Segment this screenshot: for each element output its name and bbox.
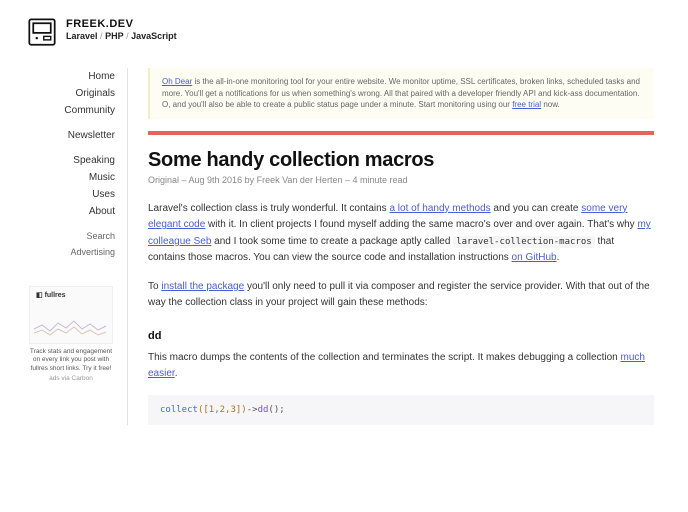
section-heading-dd: dd bbox=[148, 330, 654, 342]
paragraph: This macro dumps the contents of the col… bbox=[148, 350, 654, 383]
carbon-ad[interactable]: fullres Track stats and engagement on ev… bbox=[27, 286, 115, 382]
site-title[interactable]: FREEK.DEV bbox=[66, 18, 177, 30]
carbon-ad-image: fullres bbox=[29, 286, 113, 344]
main-content: Oh Dear is the all-in-one monitoring too… bbox=[148, 68, 660, 425]
nav-speaking[interactable]: Speaking bbox=[64, 152, 115, 169]
promo-banner: Oh Dear is the all-in-one monitoring too… bbox=[148, 68, 654, 119]
site-logo-icon[interactable] bbox=[28, 18, 56, 46]
article-meta: Original – Aug 9th 2016 by Freek Van der… bbox=[148, 175, 654, 185]
nav-uses[interactable]: Uses bbox=[64, 186, 115, 203]
sidebar: Home Originals Community Newsletter Spea… bbox=[28, 68, 128, 425]
article-title: Some handy collection macros bbox=[148, 149, 654, 172]
site-subtitle: Laravel / PHP / JavaScript bbox=[66, 31, 177, 41]
link-install-package[interactable]: install the package bbox=[161, 281, 244, 292]
carbon-ad-text: Track stats and engagement on every link… bbox=[27, 348, 115, 373]
paragraph: Laravel's collection class is truly wond… bbox=[148, 201, 654, 267]
nav-home[interactable]: Home bbox=[64, 68, 115, 85]
nav-about[interactable]: About bbox=[64, 203, 115, 220]
paragraph: To install the package you'll only need … bbox=[148, 279, 654, 312]
nav-newsletter[interactable]: Newsletter bbox=[64, 127, 115, 144]
inline-code: laravel-collection-macros bbox=[453, 236, 594, 248]
nav-music[interactable]: Music bbox=[64, 169, 115, 186]
link-on-github[interactable]: on GitHub bbox=[512, 252, 557, 263]
site-header: FREEK.DEV Laravel / PHP / JavaScript bbox=[28, 18, 660, 46]
promo-link-ohdear[interactable]: Oh Dear bbox=[162, 77, 192, 86]
divider-accent bbox=[148, 131, 654, 135]
nav-originals[interactable]: Originals bbox=[64, 85, 115, 102]
nav-advertising[interactable]: Advertising bbox=[70, 244, 115, 260]
nav-community[interactable]: Community bbox=[64, 102, 115, 119]
carbon-ad-via: ads via Carbon bbox=[27, 375, 115, 382]
link-handy-methods[interactable]: a lot of handy methods bbox=[389, 203, 490, 214]
code-block: collect([1,2,3])->dd(); bbox=[148, 395, 654, 425]
promo-link-freetrial[interactable]: free trial bbox=[512, 100, 541, 109]
nav-search[interactable]: Search bbox=[70, 228, 115, 244]
